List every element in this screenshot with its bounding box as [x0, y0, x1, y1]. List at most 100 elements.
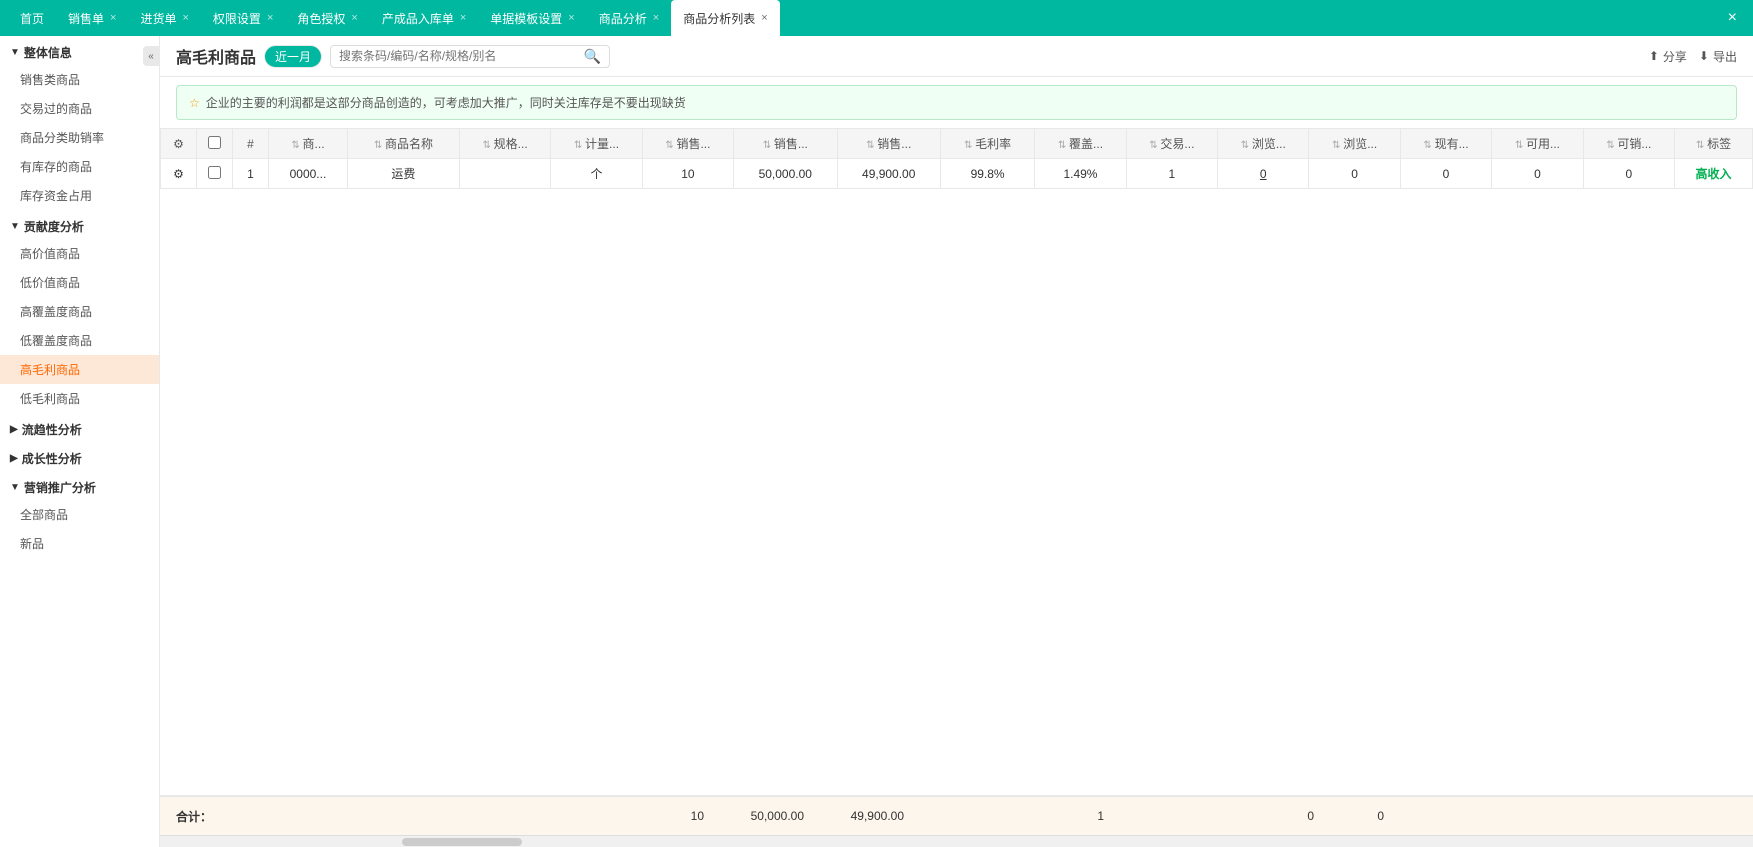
row-gross-rate: 99.8%: [940, 159, 1034, 189]
th-coverage[interactable]: 覆盖...: [1035, 129, 1126, 159]
sidebar-group-marketing[interactable]: ▼ 营销推广分析: [0, 471, 159, 500]
row-checkbox[interactable]: [197, 159, 233, 189]
sidebar-item-sales-goods[interactable]: 销售类商品: [0, 65, 159, 94]
sidebar-item-low-value[interactable]: 低价值商品: [0, 268, 159, 297]
export-button[interactable]: ⬇ 导出: [1699, 48, 1737, 65]
close-goods-analysis-tab[interactable]: ×: [653, 12, 659, 24]
search-box: 🔍: [330, 45, 610, 68]
sidebar-item-category-rate[interactable]: 商品分类助销率: [0, 123, 159, 152]
filter-recent-month[interactable]: 近一月: [264, 45, 322, 68]
close-purchase-tab[interactable]: ×: [182, 12, 188, 24]
th-stock-sale[interactable]: 可销...: [1583, 129, 1674, 159]
nav-role[interactable]: 角色授权 ×: [285, 0, 369, 36]
row-browse1[interactable]: 0: [1218, 159, 1309, 189]
sidebar-item-low-margin[interactable]: 低毛利商品: [0, 384, 159, 413]
row-spec: [459, 159, 550, 189]
info-banner: ☆ 企业的主要的利润都是这部分商品创造的，可考虑加大推广，同时关注库存是不要出现…: [176, 85, 1737, 120]
sidebar-collapse-btn[interactable]: «: [143, 46, 159, 66]
th-stock-avail[interactable]: 可用...: [1492, 129, 1583, 159]
sidebar-group-overall[interactable]: ▼ 整体信息: [0, 36, 159, 65]
bottom-scrollbar[interactable]: [160, 835, 1753, 847]
top-navigation: 首页 销售单 × 进货单 × 权限设置 × 角色授权 × 产成品入库单 × 单据…: [0, 0, 1753, 36]
expand-arrow-growth: ▶: [10, 453, 18, 464]
sidebar-item-high-margin[interactable]: 高毛利商品: [0, 355, 159, 384]
close-template-settings-tab[interactable]: ×: [568, 12, 574, 24]
nav-sales[interactable]: 销售单 ×: [56, 0, 128, 36]
sidebar-item-new-goods[interactable]: 新品: [0, 529, 159, 558]
th-gross-rate[interactable]: 毛利率: [940, 129, 1034, 159]
footer-total: 合计： 10 50,000.00 49,900.00 1 0 0: [160, 795, 1753, 835]
row-num: 1: [233, 159, 269, 189]
nav-goods-analysis-list[interactable]: 商品分析列表 ×: [671, 0, 779, 36]
search-input[interactable]: [339, 49, 584, 63]
sidebar-item-stocked-goods[interactable]: 有库存的商品: [0, 152, 159, 181]
row-sales-cost: 49,900.00: [837, 159, 940, 189]
nav-permission[interactable]: 权限设置 ×: [201, 0, 285, 36]
row-tag: 高收入: [1675, 159, 1753, 189]
page-title: 高毛利商品: [176, 44, 256, 68]
sidebar-item-all-goods[interactable]: 全部商品: [0, 500, 159, 529]
nav-purchase[interactable]: 进货单 ×: [128, 0, 200, 36]
content-header: 高毛利商品 近一月 🔍 ⬆ 分享 ⬇ 导出: [160, 36, 1753, 77]
header-actions: ⬆ 分享 ⬇ 导出: [1649, 48, 1737, 65]
th-unit[interactable]: 计量...: [551, 129, 642, 159]
sidebar-group-growth[interactable]: ▶ 成长性分析: [0, 442, 159, 471]
nav-home[interactable]: 首页: [8, 0, 56, 36]
share-button[interactable]: ⬆ 分享: [1649, 48, 1687, 65]
row-code: 0000...: [269, 159, 348, 189]
th-code[interactable]: 商...: [269, 129, 348, 159]
main-layout: « ▼ 整体信息 销售类商品 交易过的商品 商品分类助销率 有库存的商品 库存资…: [0, 36, 1753, 847]
th-browse1[interactable]: 浏览...: [1218, 129, 1309, 159]
close-permission-tab[interactable]: ×: [267, 12, 273, 24]
th-sales-qty[interactable]: 销售...: [642, 129, 733, 159]
row-stock-avail: 0: [1492, 159, 1583, 189]
row-coverage: 1.49%: [1035, 159, 1126, 189]
footer-stock-cur: 0: [1254, 809, 1324, 823]
nav-product-inbound[interactable]: 产成品入库单 ×: [370, 0, 478, 36]
th-trade[interactable]: 交易...: [1126, 129, 1217, 159]
table-container[interactable]: ⚙ # 商... 商品名称 规格... 计量... 销售... 销售... 销售…: [160, 128, 1753, 795]
goods-table: ⚙ # 商... 商品名称 规格... 计量... 销售... 销售... 销售…: [160, 128, 1753, 189]
th-checkbox[interactable]: [197, 129, 233, 159]
th-name[interactable]: 商品名称: [347, 129, 459, 159]
sidebar-group-contribution[interactable]: ▼ 贡献度分析: [0, 210, 159, 239]
select-all-checkbox[interactable]: [208, 136, 221, 149]
sidebar-item-high-value[interactable]: 高价值商品: [0, 239, 159, 268]
row-trade: 1: [1126, 159, 1217, 189]
footer-stock-avail: 0: [1324, 809, 1394, 823]
th-browse2[interactable]: 浏览...: [1309, 129, 1400, 159]
close-role-tab[interactable]: ×: [351, 12, 357, 24]
th-sales-amount[interactable]: 销售...: [734, 129, 837, 159]
table-row: ⚙ 1 0000... 运费 个 10 50,000.00 49,900.00 …: [161, 159, 1753, 189]
th-tag[interactable]: 标签: [1675, 129, 1753, 159]
sidebar-item-high-coverage[interactable]: 高覆盖度商品: [0, 297, 159, 326]
nav-template-settings[interactable]: 单据模板设置 ×: [478, 0, 586, 36]
sidebar-item-traded-goods[interactable]: 交易过的商品: [0, 94, 159, 123]
close-sales-tab[interactable]: ×: [110, 12, 116, 24]
th-settings[interactable]: ⚙: [161, 129, 197, 159]
row-name: 运费: [347, 159, 459, 189]
nav-goods-analysis[interactable]: 商品分析 ×: [587, 0, 671, 36]
expand-arrow-trend: ▶: [10, 424, 18, 435]
th-sales-cost[interactable]: 销售...: [837, 129, 940, 159]
close-all-tabs[interactable]: ×: [1720, 9, 1745, 27]
footer-sales-cost: 49,900.00: [814, 809, 914, 823]
th-stock-cur[interactable]: 现有...: [1400, 129, 1491, 159]
th-num: #: [233, 129, 269, 159]
sidebar-group-trend[interactable]: ▶ 流趋性分析: [0, 413, 159, 442]
row-stock-sale: 0: [1583, 159, 1674, 189]
th-spec[interactable]: 规格...: [459, 129, 550, 159]
scrollbar-thumb[interactable]: [402, 838, 522, 846]
close-product-inbound-tab[interactable]: ×: [460, 12, 466, 24]
info-icon: ☆: [189, 96, 200, 110]
sidebar: « ▼ 整体信息 销售类商品 交易过的商品 商品分类助销率 有库存的商品 库存资…: [0, 36, 160, 847]
row-browse2: 0: [1309, 159, 1400, 189]
row-settings[interactable]: ⚙: [161, 159, 197, 189]
search-icon[interactable]: 🔍: [584, 48, 601, 65]
row-select-checkbox[interactable]: [208, 166, 221, 179]
sidebar-item-low-coverage[interactable]: 低覆盖度商品: [0, 326, 159, 355]
footer-sales-amount: 50,000.00: [714, 809, 814, 823]
total-label: 合计：: [176, 808, 212, 825]
sidebar-item-stock-capital[interactable]: 库存资金占用: [0, 181, 159, 210]
close-goods-analysis-list-tab[interactable]: ×: [761, 12, 767, 24]
